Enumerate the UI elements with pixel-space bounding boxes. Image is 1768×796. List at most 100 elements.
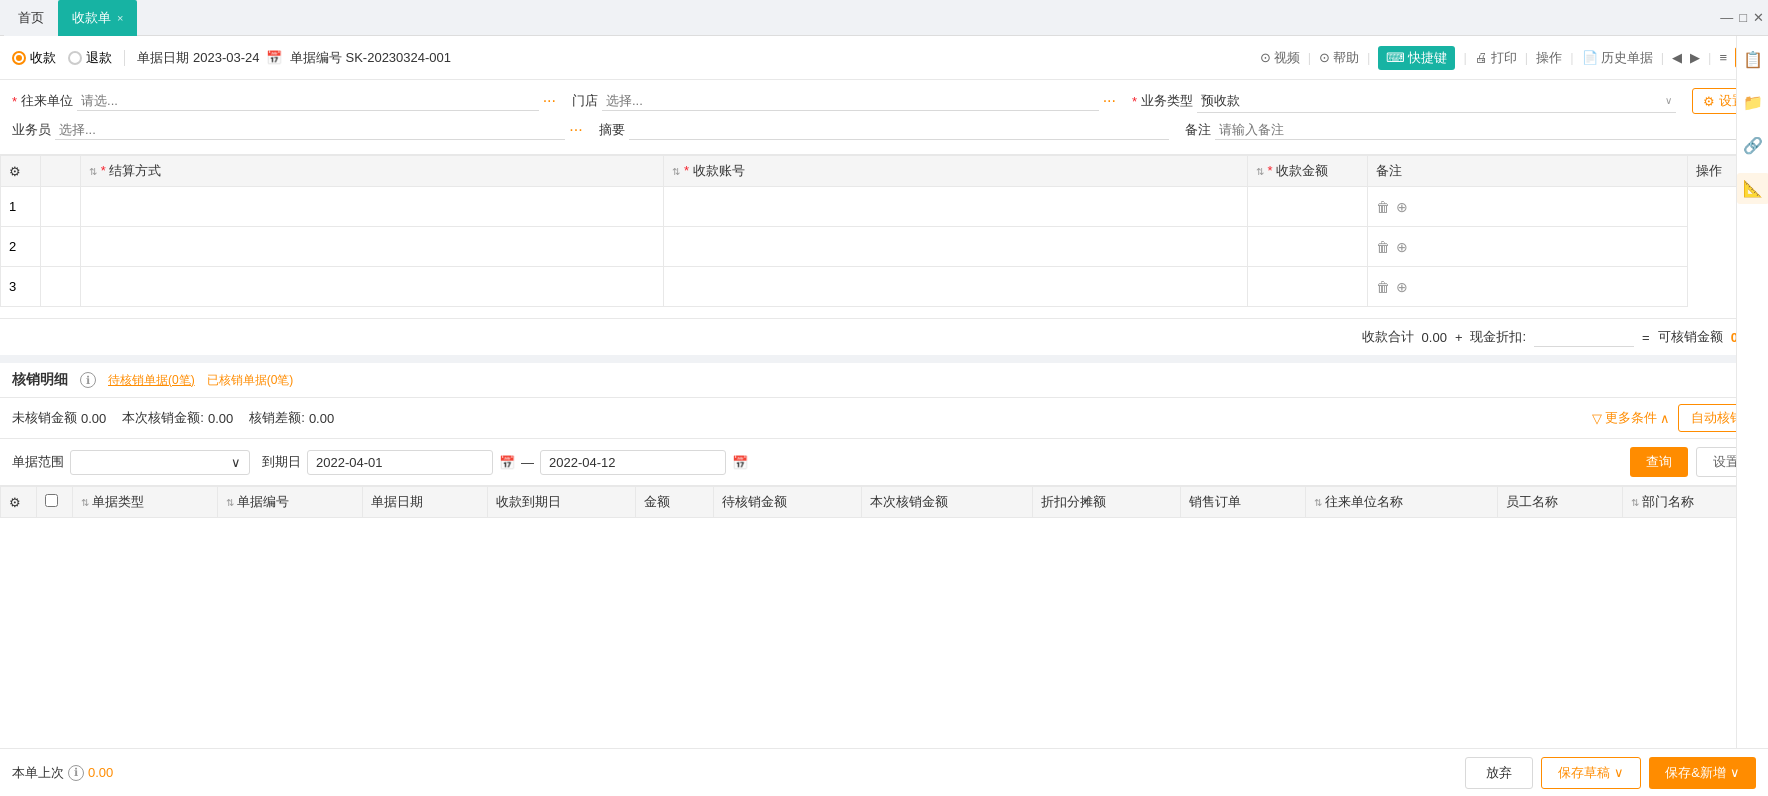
nav-next-icon[interactable]: ▶	[1690, 50, 1700, 65]
bottom-discount-header[interactable]: 折扣分摊额	[1033, 487, 1181, 518]
tab-home-label: 首页	[18, 9, 44, 27]
form-row-2: 业务员 ··· 摘要 备注	[12, 120, 1756, 140]
operate-btn[interactable]: 操作	[1536, 49, 1562, 67]
calendar-start-icon[interactable]: 📅	[499, 455, 515, 470]
bottom-gear-header[interactable]: ⚙	[1, 487, 37, 518]
row-1-delete-icon[interactable]: 🗑	[1376, 199, 1390, 215]
bottom-sales-order-header[interactable]: 销售订单	[1181, 487, 1306, 518]
calendar-icon[interactable]: 📅	[266, 50, 282, 65]
bottom-type-header[interactable]: ⇅ 单据类型	[73, 487, 218, 518]
right-sidebar: 📋 📁 🔗 📐	[1736, 36, 1768, 748]
row-3-amount[interactable]	[664, 267, 1247, 307]
row-2-account[interactable]	[81, 227, 664, 267]
row-1-amount[interactable]	[664, 187, 1247, 227]
tab-shoukuan[interactable]: 收款单 ×	[58, 0, 137, 36]
bottom-pending-header[interactable]: 待核销金额	[713, 487, 861, 518]
row-3-settlement[interactable]	[41, 267, 81, 307]
writeoff-info-icon[interactable]: ℹ	[80, 372, 96, 388]
bottom-counterparty-header[interactable]: ⇅ 往来单位名称	[1306, 487, 1498, 518]
row-2-delete-icon[interactable]: 🗑	[1376, 239, 1390, 255]
history-btn[interactable]: 📄 历史单据	[1582, 49, 1653, 67]
row-1-settlement[interactable]	[41, 187, 81, 227]
store-label: 门店	[572, 92, 598, 110]
help-btn[interactable]: ⊙ 帮助	[1319, 49, 1359, 67]
sidebar-folder-icon[interactable]: 📁	[1737, 87, 1769, 118]
footer-label: 本单上次	[12, 764, 64, 782]
row-1-note[interactable]	[1247, 187, 1367, 227]
net-label: 可核销金额	[1658, 328, 1723, 346]
bottom-amount-header[interactable]: 金额	[635, 487, 713, 518]
pending-tab[interactable]: 待核销单据(0笔)	[108, 372, 195, 389]
video-icon: ⊙	[1260, 50, 1271, 65]
row-3-account[interactable]	[81, 267, 664, 307]
row-1-copy-icon[interactable]: ⊕	[1396, 199, 1408, 215]
due-date-start-input[interactable]	[307, 450, 493, 475]
calendar-end-icon[interactable]: 📅	[732, 455, 748, 470]
col-gear-header[interactable]: ⚙	[1, 156, 41, 187]
nav-prev-icon[interactable]: ◀	[1672, 50, 1682, 65]
abandon-button[interactable]: 放弃	[1465, 757, 1533, 789]
row-3-copy-icon[interactable]: ⊕	[1396, 279, 1408, 295]
due-date-end-input[interactable]	[540, 450, 726, 475]
range-chevron: ∨	[231, 455, 241, 470]
radio-tuikuan[interactable]: 退款	[68, 49, 112, 67]
bottom-this-write-header[interactable]: 本次核销金额	[861, 487, 1033, 518]
row-2-copy-icon[interactable]: ⊕	[1396, 239, 1408, 255]
date-value: 2023-03-24	[193, 50, 260, 65]
minimize-icon[interactable]: —	[1720, 10, 1733, 25]
footer-info-icon[interactable]: ℹ	[68, 765, 84, 781]
chevron-up-icon: ∧	[1660, 411, 1670, 426]
note-input[interactable]	[1215, 120, 1756, 140]
bottom-date-header[interactable]: 单据日期	[363, 487, 488, 518]
save-new-button[interactable]: 保存&新增 ∨	[1649, 757, 1756, 789]
row-2-amount[interactable]	[664, 227, 1247, 267]
note-field: 备注	[1185, 120, 1756, 140]
sidebar-link-icon[interactable]: 🔗	[1737, 130, 1769, 161]
bottom-number-header[interactable]: ⇅ 单据编号	[218, 487, 363, 518]
tab-close-icon[interactable]: ×	[117, 12, 123, 24]
main-content: 收款 退款 单据日期 2023-03-24 📅 单据编号 SK-20230324…	[0, 36, 1768, 796]
row-2-no: 2	[1, 227, 41, 267]
business-type-chevron: ∨	[1665, 95, 1672, 106]
row-2-settlement[interactable]	[41, 227, 81, 267]
shortcut-btn[interactable]: ⌨ 快捷键	[1378, 46, 1455, 70]
row-3-note[interactable]	[1247, 267, 1367, 307]
staff-input[interactable]	[55, 120, 565, 140]
layout-list-icon[interactable]: ≡	[1719, 50, 1727, 65]
bottom-checkbox-header[interactable]	[37, 487, 73, 518]
summary-input[interactable]	[629, 120, 1170, 140]
business-type-value: 预收款	[1201, 92, 1240, 110]
query-btn[interactable]: 查询	[1630, 447, 1688, 477]
row-1-account[interactable]	[81, 187, 664, 227]
col-note-header[interactable]: 备注	[1367, 156, 1687, 187]
maximize-icon[interactable]: □	[1739, 10, 1747, 25]
date-separator: —	[521, 455, 534, 470]
done-tab[interactable]: 已核销单据(0笔)	[207, 372, 294, 389]
print-btn[interactable]: 🖨 打印	[1475, 49, 1517, 67]
tab-home[interactable]: 首页	[4, 0, 58, 36]
sidebar-layout-icon[interactable]: 📐	[1737, 173, 1769, 204]
discount-input[interactable]	[1534, 327, 1634, 347]
range-select[interactable]: ∨	[70, 450, 250, 475]
select-all-checkbox[interactable]	[45, 494, 58, 507]
col-settlement-header[interactable]: ⇅ * 结算方式	[81, 156, 664, 187]
save-draft-button[interactable]: 保存草稿 ∨	[1541, 757, 1641, 789]
more-conditions-btn[interactable]: ▽ 更多条件 ∧	[1592, 409, 1670, 427]
video-btn[interactable]: ⊙ 视频	[1260, 49, 1300, 67]
col-amount-header[interactable]: ⇅ * 收款金额	[1247, 156, 1367, 187]
counterparty-more-icon[interactable]: ···	[543, 92, 556, 110]
close-icon[interactable]: ✕	[1753, 10, 1764, 25]
radio-shoukuan[interactable]: 收款	[12, 49, 56, 67]
staff-more-icon[interactable]: ···	[569, 121, 582, 139]
row-3-delete-icon[interactable]: 🗑	[1376, 279, 1390, 295]
col-account-header[interactable]: ⇅ * 收款账号	[664, 156, 1247, 187]
bottom-table-wrapper: ⚙ ⇅ 单据类型 ⇅ 单据编号	[0, 486, 1768, 518]
store-more-icon[interactable]: ···	[1103, 92, 1116, 110]
sidebar-table-icon[interactable]: 📋	[1737, 44, 1769, 75]
business-type-select[interactable]: 预收款 ∨	[1197, 90, 1676, 113]
counterparty-input[interactable]	[77, 91, 539, 111]
row-2-note[interactable]	[1247, 227, 1367, 267]
bottom-due-header[interactable]: 收款到期日	[487, 487, 635, 518]
store-input[interactable]	[602, 91, 1099, 111]
bottom-staff-header[interactable]: 员工名称	[1498, 487, 1623, 518]
